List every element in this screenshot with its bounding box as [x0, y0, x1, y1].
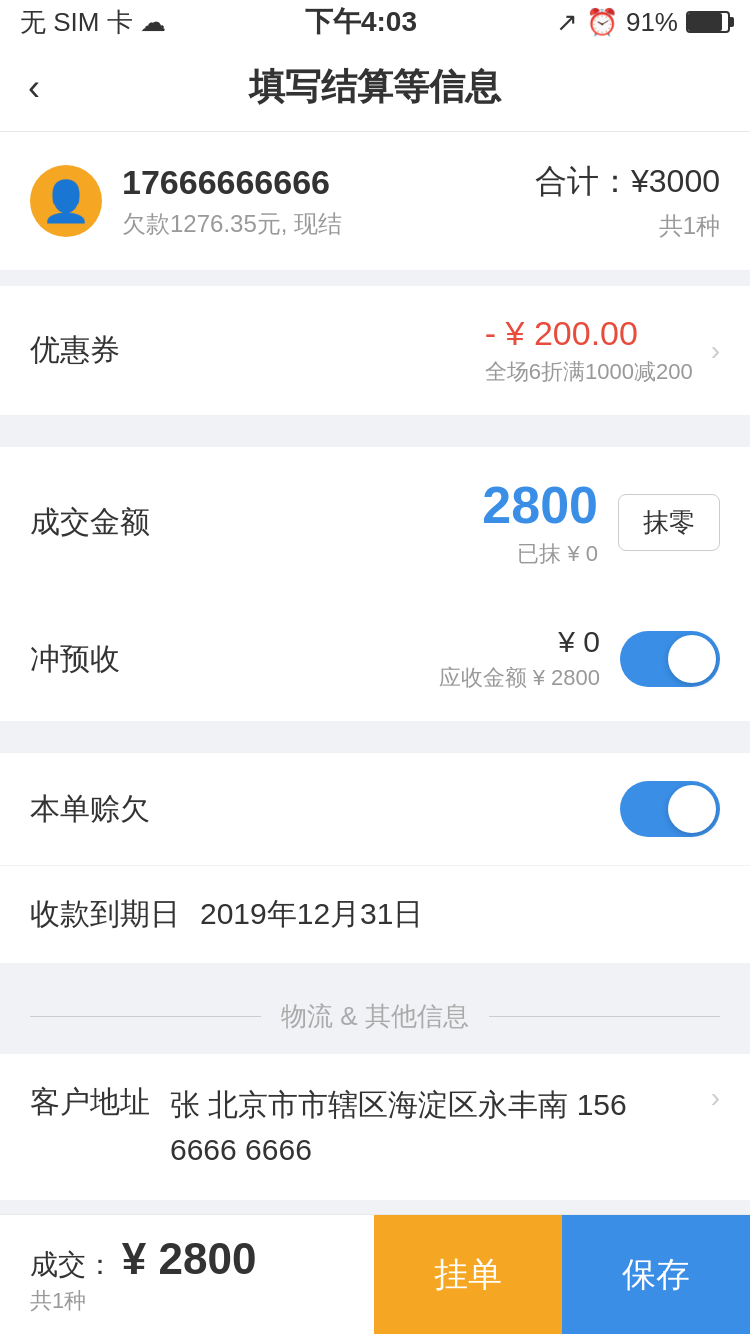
amount-section: 成交金额 2800 已抹 ¥ 0 抹零 [0, 447, 750, 597]
status-left: 无 SIM 卡 ☁ [20, 5, 166, 40]
address-chevron-icon: › [711, 1082, 720, 1114]
avatar-icon: 👤 [41, 178, 91, 225]
sim-label: 无 SIM 卡 ☁ [20, 5, 166, 40]
address-value: 张 北京市市辖区海淀区永丰南 156 6666 6666 [170, 1082, 683, 1172]
chong-right: ¥ 0 应收金额 ¥ 2800 [439, 625, 720, 693]
customer-phone: 17666666666 [122, 163, 342, 202]
hang-single-button[interactable]: 挂单 [374, 1215, 562, 1334]
customer-card: 👤 17666666666 欠款1276.35元, 现结 合计：¥3000 共1… [0, 132, 750, 270]
logistics-divider: 物流 & 其他信息 [0, 979, 750, 1054]
due-label: 收款到期日 [30, 894, 180, 935]
deal-right: 2800 已抹 ¥ 0 抹零 [482, 475, 720, 569]
toggle-knob [668, 635, 716, 683]
content-area: 👤 17666666666 欠款1276.35元, 现结 合计：¥3000 共1… [0, 132, 750, 1334]
chong-row: 冲预收 ¥ 0 应收金额 ¥ 2800 [0, 597, 750, 721]
bendan-toggle-knob [668, 785, 716, 833]
customer-info: 17666666666 欠款1276.35元, 现结 [122, 163, 342, 240]
due-date-row: 收款到期日 2019年12月31日 [0, 866, 750, 963]
chong-amount: ¥ 0 [439, 625, 600, 659]
coupon-desc: 全场6折满1000减200 [485, 357, 693, 387]
status-bar: 无 SIM 卡 ☁ 下午4:03 ↗ ⏰ 91% [0, 0, 750, 44]
save-button[interactable]: 保存 [562, 1215, 750, 1334]
chong-amount-block: ¥ 0 应收金额 ¥ 2800 [439, 625, 600, 693]
deal-amount-row: 成交金额 2800 已抹 ¥ 0 抹零 [30, 447, 720, 597]
total-count: 共1种 [535, 210, 720, 242]
battery-label: 91% [626, 7, 678, 38]
alarm-icon: ⏰ [586, 7, 618, 38]
due-value: 2019年12月31日 [200, 894, 423, 935]
bendan-toggle[interactable] [620, 781, 720, 837]
deal-label: 成交金额 [30, 502, 150, 543]
round-button[interactable]: 抹零 [618, 494, 720, 551]
section-divider-1 [0, 431, 750, 447]
chong-label: 冲预收 [30, 639, 120, 680]
back-button[interactable]: ‹ [28, 67, 40, 109]
bottom-deal-label: 成交： ¥ 2800 [30, 1234, 344, 1284]
page-title: 填写结算等信息 [249, 63, 501, 112]
address-label: 客户地址 [30, 1082, 150, 1123]
bendan-section: 本单赊欠 [0, 753, 750, 865]
bottom-deal-text: 成交： [30, 1249, 114, 1280]
address-row[interactable]: 客户地址 张 北京市市辖区海淀区永丰南 156 6666 6666 › [0, 1054, 750, 1200]
logistics-label: 物流 & 其他信息 [281, 999, 469, 1034]
customer-debt: 欠款1276.35元, 现结 [122, 208, 342, 240]
bendan-label: 本单赊欠 [30, 789, 150, 830]
bottom-bar: 成交： ¥ 2800 共1种 挂单 保存 [0, 1214, 750, 1334]
location-icon: ↗ [556, 7, 578, 38]
coupon-discount: - ¥ 200.00 [485, 314, 693, 353]
chong-toggle[interactable] [620, 631, 720, 687]
divider-line-left [30, 1016, 261, 1017]
nav-bar: ‹ 填写结算等信息 [0, 44, 750, 132]
coupon-right: - ¥ 200.00 全场6折满1000减200 › [485, 314, 720, 387]
status-right: ↗ ⏰ 91% [556, 7, 730, 38]
bottom-actions: 挂单 保存 [374, 1215, 750, 1334]
deal-sub: 已抹 ¥ 0 [482, 539, 598, 569]
coupon-row[interactable]: 优惠券 - ¥ 200.00 全场6折满1000减200 › [0, 286, 750, 415]
bottom-info: 成交： ¥ 2800 共1种 [0, 1234, 374, 1316]
deal-value: 2800 [482, 475, 598, 535]
total-amount: 合计：¥3000 [535, 160, 720, 204]
customer-right: 合计：¥3000 共1种 [535, 160, 720, 242]
customer-left: 👤 17666666666 欠款1276.35元, 现结 [30, 163, 342, 240]
chong-sub: 应收金额 ¥ 2800 [439, 663, 600, 693]
battery-icon [686, 11, 730, 33]
bottom-amount: ¥ 2800 [122, 1234, 257, 1283]
section-divider-2 [0, 721, 750, 737]
coupon-label: 优惠券 [30, 330, 120, 371]
avatar: 👤 [30, 165, 102, 237]
divider-line-right [489, 1016, 720, 1017]
chevron-right-icon: › [711, 335, 720, 367]
bottom-count: 共1种 [30, 1286, 344, 1316]
status-time: 下午4:03 [305, 3, 417, 41]
